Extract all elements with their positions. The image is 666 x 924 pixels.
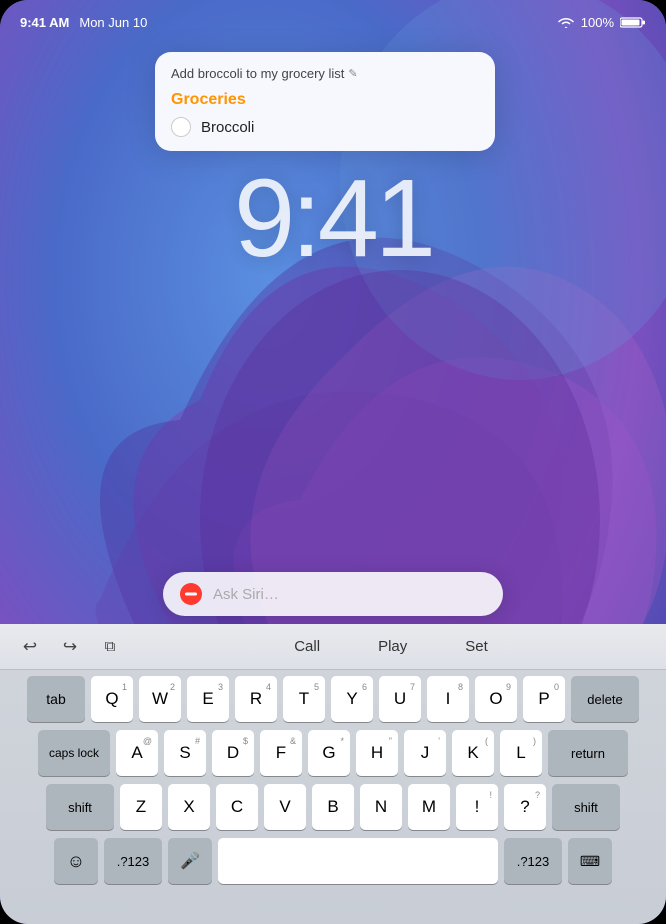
- space-key[interactable]: [218, 838, 498, 884]
- ipad-screen: 9:41 AM Mon Jun 10 100% 9:41 Add broccol…: [0, 0, 666, 924]
- key-s[interactable]: S#: [164, 730, 206, 776]
- key-x[interactable]: X: [168, 784, 210, 830]
- notification-card[interactable]: Add broccoli to my grocery list ✎ Grocer…: [155, 52, 495, 151]
- delete-key[interactable]: delete: [571, 676, 639, 722]
- call-button[interactable]: Call: [280, 634, 334, 659]
- siri-bar[interactable]: Ask Siri…: [163, 572, 503, 616]
- key-z[interactable]: Z: [120, 784, 162, 830]
- emoji-key[interactable]: ☺: [54, 838, 98, 884]
- key-k[interactable]: K(: [452, 730, 494, 776]
- siri-placeholder: Ask Siri…: [213, 586, 279, 603]
- keyboard-rows: tab Q1 W2 E3 R4 T5 Y6 U7 I8 O9 P0 delete…: [0, 670, 666, 890]
- siri-no-entry-icon: [179, 582, 203, 606]
- key-a[interactable]: A@: [116, 730, 158, 776]
- edit-icon[interactable]: ✎: [348, 67, 357, 80]
- number-key-left[interactable]: .?123: [104, 838, 162, 884]
- clock-display: 9:41: [234, 155, 432, 282]
- key-d[interactable]: D$: [212, 730, 254, 776]
- key-v[interactable]: V: [264, 784, 306, 830]
- key-g[interactable]: G*: [308, 730, 350, 776]
- list-title: Groceries: [171, 91, 479, 109]
- key-e[interactable]: E3: [187, 676, 229, 722]
- toolbar-actions: Call Play Set: [128, 634, 654, 659]
- keyboard-hide-key[interactable]: ⌨: [568, 838, 612, 884]
- redo-button[interactable]: ↪: [52, 630, 88, 664]
- tab-key[interactable]: tab: [27, 676, 85, 722]
- status-right: 100%: [557, 15, 646, 30]
- key-n[interactable]: N: [360, 784, 402, 830]
- key-c[interactable]: C: [216, 784, 258, 830]
- number-key-right[interactable]: .?123: [504, 838, 562, 884]
- key-j[interactable]: J': [404, 730, 446, 776]
- key-exclaim[interactable]: !!: [456, 784, 498, 830]
- status-left: 9:41 AM Mon Jun 10: [20, 15, 147, 30]
- mic-key[interactable]: 🎤: [168, 838, 212, 884]
- key-row-1: tab Q1 W2 E3 R4 T5 Y6 U7 I8 O9 P0 delete: [4, 676, 662, 722]
- return-key[interactable]: return: [548, 730, 628, 776]
- list-item: Broccoli: [171, 117, 479, 137]
- key-row-2: caps lock A@ S# D$ F& G* H" J' K( L) ret…: [4, 730, 662, 776]
- caps-lock-key[interactable]: caps lock: [38, 730, 110, 776]
- copy-button[interactable]: ⧉: [92, 630, 128, 664]
- undo-button[interactable]: ↩: [12, 630, 48, 664]
- keyboard-area: ↩ ↪ ⧉ Call Play Set tab Q1 W2 E3 R4 T5 Y…: [0, 624, 666, 924]
- key-h[interactable]: H": [356, 730, 398, 776]
- keyboard-toolbar: ↩ ↪ ⧉ Call Play Set: [0, 624, 666, 670]
- key-i[interactable]: I8: [427, 676, 469, 722]
- key-p[interactable]: P0: [523, 676, 565, 722]
- key-o[interactable]: O9: [475, 676, 517, 722]
- key-l[interactable]: L): [500, 730, 542, 776]
- key-m[interactable]: M: [408, 784, 450, 830]
- key-question[interactable]: ??: [504, 784, 546, 830]
- status-bar: 9:41 AM Mon Jun 10 100%: [0, 0, 666, 36]
- shift-right-key[interactable]: shift: [552, 784, 620, 830]
- set-button[interactable]: Set: [451, 634, 502, 659]
- status-date: Mon Jun 10: [79, 15, 147, 30]
- key-t[interactable]: T5: [283, 676, 325, 722]
- item-label: Broccoli: [201, 119, 254, 136]
- wifi-icon: [557, 16, 575, 29]
- status-time: 9:41 AM: [20, 15, 69, 30]
- battery-percent: 100%: [581, 15, 614, 30]
- key-row-3: shift Z X C V B N M !! ?? shift: [4, 784, 662, 830]
- key-b[interactable]: B: [312, 784, 354, 830]
- shift-left-key[interactable]: shift: [46, 784, 114, 830]
- key-y[interactable]: Y6: [331, 676, 373, 722]
- notification-prompt-text: Add broccoli to my grocery list: [171, 66, 344, 81]
- play-button[interactable]: Play: [364, 634, 421, 659]
- key-row-4: ☺ .?123 🎤 .?123 ⌨: [4, 838, 662, 884]
- battery-icon: [620, 16, 646, 29]
- toolbar-left: ↩ ↪ ⧉: [12, 630, 128, 664]
- item-checkbox[interactable]: [171, 117, 191, 137]
- key-w[interactable]: W2: [139, 676, 181, 722]
- key-q[interactable]: Q1: [91, 676, 133, 722]
- key-r[interactable]: R4: [235, 676, 277, 722]
- notification-prompt: Add broccoli to my grocery list ✎: [171, 66, 479, 81]
- key-f[interactable]: F&: [260, 730, 302, 776]
- key-u[interactable]: U7: [379, 676, 421, 722]
